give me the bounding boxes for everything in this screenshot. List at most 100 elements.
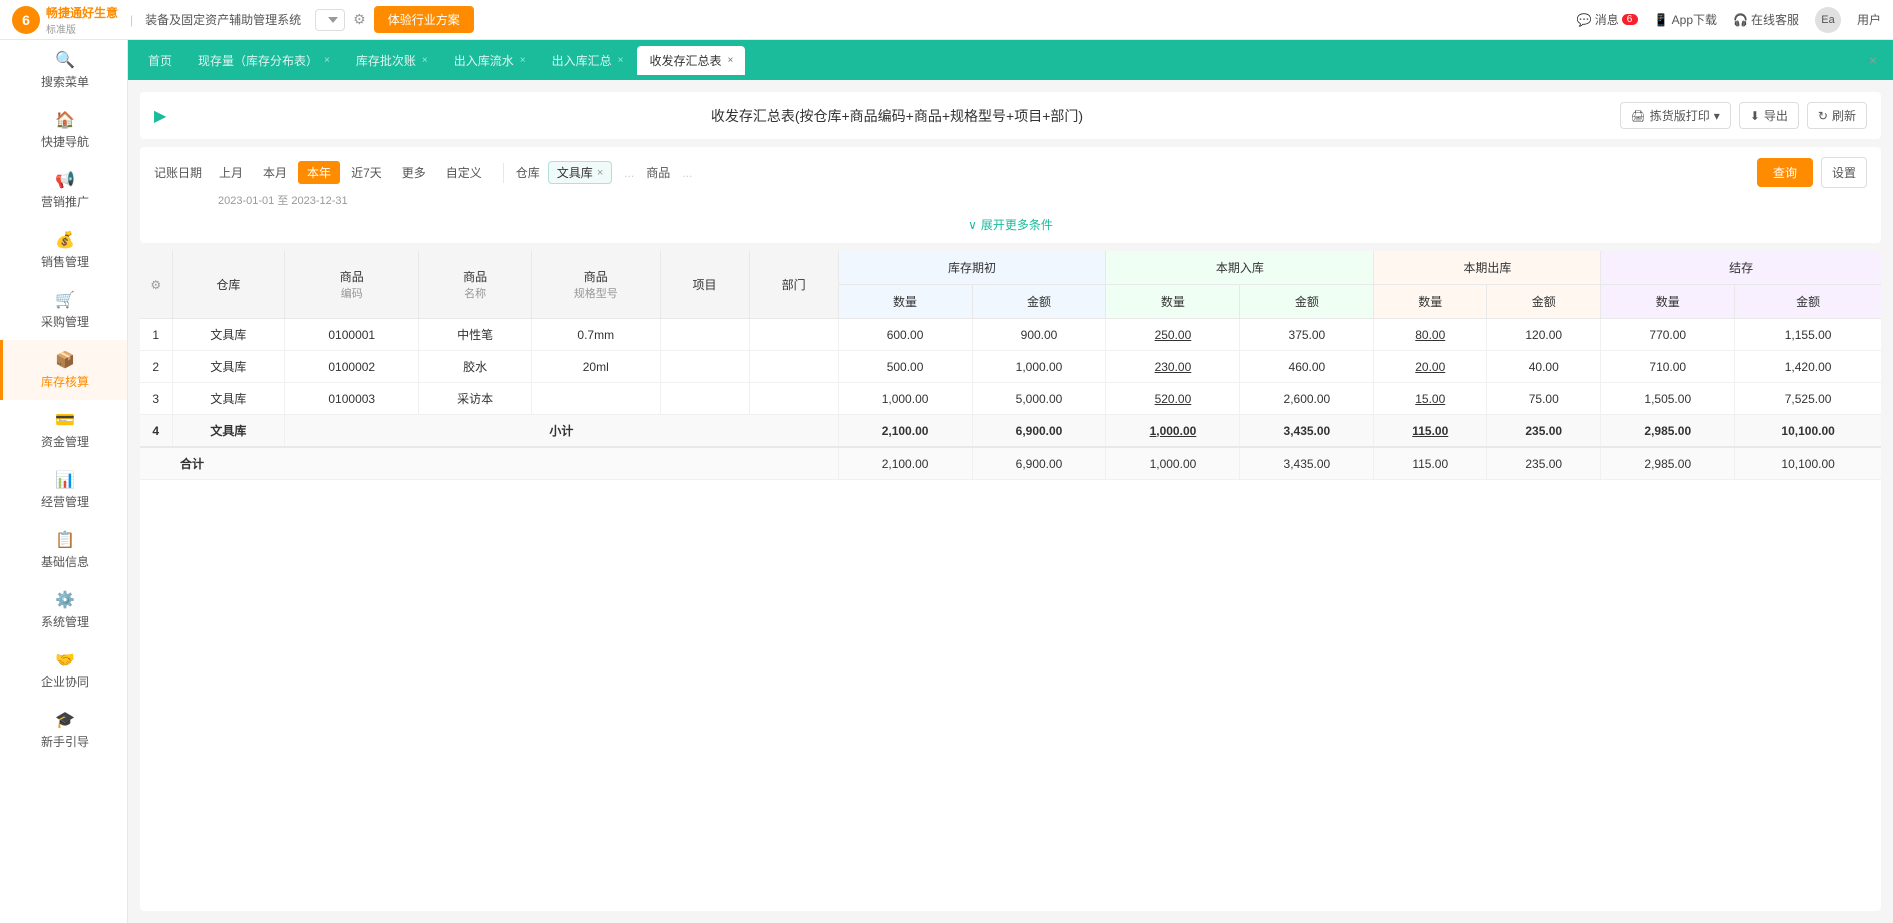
tab-inout-summary[interactable]: 出入库汇总 × (540, 46, 636, 75)
row-open-qty: 600.00 (838, 319, 972, 351)
total-open-qty: 2,100.00 (838, 447, 972, 480)
tab-batch-close[interactable]: × (422, 55, 428, 66)
warehouse-filter-tag: 文具库 × (548, 161, 612, 184)
message-btn[interactable]: 💬 消息 6 (1577, 11, 1638, 28)
in-qty-link[interactable]: 250.00 (1155, 328, 1192, 342)
phone-icon: 📱 (1654, 13, 1669, 27)
filter-settings-btn[interactable]: 设置 (1821, 157, 1867, 188)
tab-stock-dist-close[interactable]: × (324, 55, 330, 66)
row-out-qty[interactable]: 80.00 (1374, 319, 1487, 351)
col-settings-icon[interactable]: ⚙ (150, 278, 161, 292)
out-qty-link[interactable]: 15.00 (1415, 392, 1445, 406)
tab-batch[interactable]: 库存批次账 × (344, 46, 440, 75)
th-out: 本期出库 (1374, 251, 1601, 285)
row-out-qty[interactable]: 20.00 (1374, 351, 1487, 383)
sidebar-label-enterprise: 企业协同 (41, 673, 89, 690)
warehouse-ellipsis[interactable]: ... (620, 166, 638, 180)
row-out-qty[interactable]: 15.00 (1374, 383, 1487, 415)
user-name[interactable]: 用户 (1857, 11, 1881, 28)
sidebar-label-inventory: 库存核算 (41, 373, 89, 390)
search-icon: 🔍 (55, 50, 75, 70)
date-btn-last-month[interactable]: 上月 (210, 161, 252, 184)
card-icon: 💳 (55, 410, 75, 430)
th-open-qty: 数量 (838, 285, 972, 319)
online-service-btn[interactable]: 🎧 在线客服 (1733, 11, 1799, 28)
row-name: 胶水 (419, 351, 532, 383)
sidebar-item-purchase[interactable]: 🛒 采购管理 (0, 280, 127, 340)
window-close-btn[interactable]: × (1861, 48, 1885, 72)
date-btn-more[interactable]: 更多 (393, 161, 435, 184)
warehouse-tag-close[interactable]: × (597, 167, 603, 179)
row-num: 3 (140, 383, 172, 415)
th-goods-spec: 商品规格型号 (531, 251, 660, 319)
sidebar-item-search[interactable]: 🔍 搜索菜单 (0, 40, 127, 100)
sidebar-item-marketing[interactable]: 📢 营销推广 (0, 160, 127, 220)
tab-inout-summary-label: 出入库汇总 (552, 52, 612, 69)
th-in-qty: 数量 (1106, 285, 1240, 319)
sidebar-item-system[interactable]: ⚙️ 系统管理 (0, 580, 127, 640)
row-bal-amt: 7,525.00 (1735, 383, 1881, 415)
sidebar-item-sales[interactable]: 💰 销售管理 (0, 220, 127, 280)
total-in-amt: 3,435.00 (1240, 447, 1374, 480)
app-download-btn[interactable]: 📱 App下载 (1654, 11, 1717, 28)
in-qty-link[interactable]: 520.00 (1155, 392, 1192, 406)
tab-home[interactable]: 首页 (136, 46, 184, 75)
sidebar-item-guide[interactable]: 🎓 新手引导 (0, 700, 127, 760)
row-in-amt: 2,600.00 (1240, 383, 1374, 415)
tab-inout-flow[interactable]: 出入库流水 × (442, 46, 538, 75)
goods-ellipsis[interactable]: ... (678, 166, 696, 180)
th-goods-code: 商品编码 (285, 251, 419, 319)
settings-icon[interactable]: ⚙ (353, 11, 366, 28)
th-settings[interactable]: ⚙ (140, 251, 172, 319)
row-out-amt: 40.00 (1487, 351, 1601, 383)
tab-inout-summary-close[interactable]: × (618, 55, 624, 66)
row-in-qty[interactable]: 230.00 (1106, 351, 1240, 383)
user-avatar[interactable]: Ea (1815, 7, 1841, 33)
date-btn-this-month[interactable]: 本月 (254, 161, 296, 184)
sidebar-item-enterprise[interactable]: 🤝 企业协同 (0, 640, 127, 700)
export-btn[interactable]: ⬇ 导出 (1739, 102, 1799, 129)
total-bal-amt: 10,100.00 (1735, 447, 1881, 480)
collapse-icon[interactable]: ▶ (154, 106, 166, 126)
th-in-amt: 金额 (1240, 285, 1374, 319)
goods-filter-label: 商品 (646, 164, 670, 181)
row-spec: 20ml (531, 351, 660, 383)
date-filter-label: 记账日期 (154, 164, 202, 181)
data-table: ⚙ 仓库 商品编码 商品名称 商品规格型号 项目 部门 库存期初 本期入库 本期… (140, 251, 1881, 480)
sidebar-item-basic[interactable]: 📋 基础信息 (0, 520, 127, 580)
experience-button[interactable]: 体验行业方案 (374, 6, 474, 33)
row-open-amt: 900.00 (972, 319, 1106, 351)
sidebar-item-operations[interactable]: 📊 经营管理 (0, 460, 127, 520)
refresh-btn[interactable]: ↻ 刷新 (1807, 102, 1867, 129)
sidebar-item-inventory[interactable]: 📦 库存核算 (0, 340, 127, 400)
subtotal-bal-amt: 10,100.00 (1735, 415, 1881, 448)
th-department: 部门 (749, 251, 838, 319)
sidebar-item-quicknav[interactable]: 🏠 快捷导航 (0, 100, 127, 160)
subtotal-warehouse: 文具库 (172, 415, 285, 448)
tab-recv-summary-close[interactable]: × (727, 55, 733, 66)
th-out-qty: 数量 (1374, 285, 1487, 319)
out-qty-link[interactable]: 80.00 (1415, 328, 1445, 342)
in-qty-link[interactable]: 230.00 (1155, 360, 1192, 374)
system-selector[interactable] (315, 9, 345, 31)
row-in-qty[interactable]: 250.00 (1106, 319, 1240, 351)
tab-stock-dist[interactable]: 现存量（库存分布表） × (186, 46, 342, 75)
expand-btn[interactable]: ∨ 展开更多条件 (968, 216, 1053, 233)
tab-inout-flow-label: 出入库流水 (454, 52, 514, 69)
chevron-down-icon: ▾ (1714, 109, 1720, 123)
date-btn-custom[interactable]: 自定义 (437, 161, 491, 184)
print-btn[interactable]: 🖨 拣货版打印 ▾ (1620, 102, 1731, 129)
date-btn-7days[interactable]: 近7天 (342, 161, 391, 184)
row-out-amt: 75.00 (1487, 383, 1601, 415)
out-qty-link[interactable]: 20.00 (1415, 360, 1445, 374)
tab-inout-flow-close[interactable]: × (520, 55, 526, 66)
date-btn-this-year[interactable]: 本年 (298, 161, 340, 184)
warehouse-filter-label: 仓库 (516, 164, 540, 181)
row-in-qty[interactable]: 520.00 (1106, 383, 1240, 415)
page-actions: 🖨 拣货版打印 ▾ ⬇ 导出 ↻ 刷新 (1620, 102, 1867, 129)
sidebar-label-operations: 经营管理 (41, 493, 89, 510)
graduate-icon: 🎓 (55, 710, 75, 730)
tab-recv-summary[interactable]: 收发存汇总表 × (637, 46, 745, 75)
sidebar-item-capital[interactable]: 💳 资金管理 (0, 400, 127, 460)
query-btn[interactable]: 查询 (1757, 158, 1813, 187)
